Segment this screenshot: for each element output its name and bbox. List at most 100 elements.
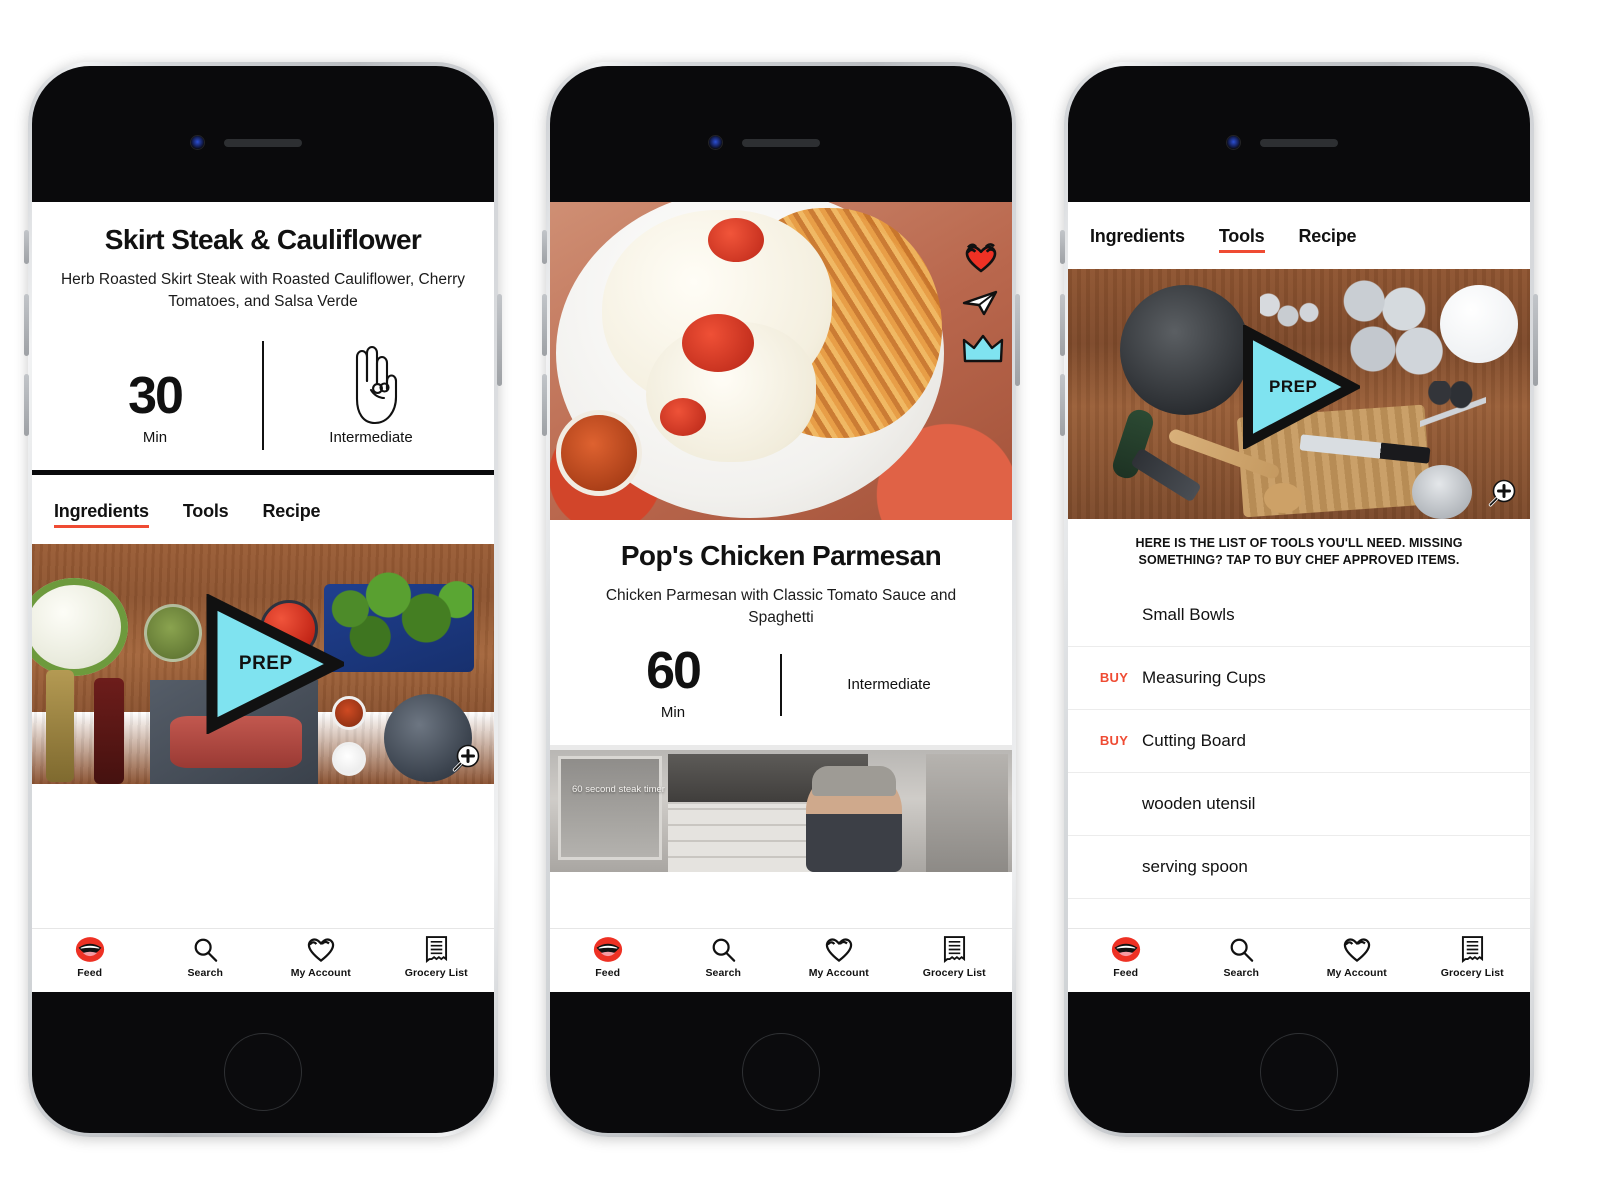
buy-button[interactable]: BUY [1086,733,1142,748]
video-caption: 60 second steak timer [572,784,665,796]
mouth-icon [1111,936,1141,963]
tools-intro-text: HERE IS THE LIST OF TOOLS YOU'LL NEED. M… [1135,536,1463,568]
heart-icon [1343,936,1371,963]
tool-name: Measuring Cups [1142,667,1266,687]
tab-ingredients[interactable]: Ingredients [54,501,149,528]
tool-row[interactable]: serving spoon [1068,836,1530,899]
tools-list: Small Bowls BUY Measuring Cups BUY Cutti… [1068,574,1530,899]
nav-item-grocery-list[interactable]: Grocery List [379,936,495,979]
wooden-spoon-bowl [1264,483,1302,513]
white-plate [1440,285,1518,363]
nav-item-grocery-list[interactable]: Grocery List [897,936,1013,979]
recipe-time-value: 60 [646,641,702,700]
heart-sticker[interactable] [964,242,998,279]
phone-2-body: Pop's Chicken Parmesan Chicken Parmesan … [550,66,1012,1133]
nav-label-search: Search [1223,967,1260,979]
shelving-unit [926,754,1008,873]
crown-sticker[interactable] [962,334,1004,369]
nav-item-feed[interactable]: Feed [32,936,148,979]
nav-label-search: Search [187,967,224,979]
power-button[interactable] [497,294,502,386]
magnifier-plus-icon[interactable] [450,744,480,774]
heart-icon [825,936,853,963]
ingredients-photo[interactable]: PREP [32,543,494,784]
recipe-time-value: 30 [128,366,184,425]
volume-up-button[interactable] [24,294,29,356]
nav-item-search[interactable]: Search [1184,936,1300,979]
earpiece-speaker [742,139,820,147]
mute-switch[interactable] [1060,230,1065,264]
tool-row[interactable]: wooden utensil [1068,773,1530,836]
phone-device-3: Ingredients Tools Recipe PREP HERE IS TH… [1060,62,1538,1137]
recipe-difficulty-label: Intermediate [329,428,413,446]
tools-photo[interactable]: PREP [1068,269,1530,519]
mute-switch[interactable] [542,230,547,264]
kitchen-cabinet [558,756,662,861]
volume-down-button[interactable] [1060,374,1065,436]
recipe-header-card: Pop's Chicken Parmesan Chicken Parmesan … [550,520,1012,746]
home-button[interactable] [1260,1033,1338,1111]
bottom-nav-3: Feed Search My Account Grocery List [1068,928,1530,992]
tomato-sauce-dollop-1 [708,218,764,262]
power-button[interactable] [1015,294,1020,386]
front-camera-icon [709,136,722,149]
search-icon [710,936,736,963]
home-button[interactable] [742,1033,820,1111]
share-paper-plane-sticker[interactable] [962,290,998,321]
mute-switch[interactable] [24,230,29,264]
nav-item-my-account[interactable]: My Account [1299,936,1415,979]
nav-item-search[interactable]: Search [666,936,782,979]
volume-up-button[interactable] [1060,294,1065,356]
recipe-subtitle: Chicken Parmesan with Classic Tomato Sau… [605,586,957,626]
recipe-subtitle: Herb Roasted Skirt Steak with Roasted Ca… [60,270,466,310]
small-bowls-stack [1412,465,1472,519]
volume-down-button[interactable] [542,374,547,436]
tab-tools[interactable]: Tools [1218,226,1265,253]
heart-icon [307,936,335,963]
mouth-icon [75,936,105,963]
nav-label-feed: Feed [1113,967,1139,979]
front-camera-icon [191,136,204,149]
power-button[interactable] [1533,294,1538,386]
volume-up-button[interactable] [542,294,547,356]
front-camera-icon [1227,136,1240,149]
home-button[interactable] [224,1033,302,1111]
nav-label-search: Search [705,967,742,979]
magnifier-plus-icon[interactable] [1486,479,1516,509]
nav-item-search[interactable]: Search [148,936,264,979]
nav-item-feed[interactable]: Feed [550,936,666,979]
recipe-video[interactable]: 60 second steak timer [550,750,1012,873]
phone-device-1: Skirt Steak & Cauliflower Herb Roasted S… [24,62,502,1137]
recipe-time: 30 Min [58,339,252,452]
tool-row[interactable]: BUY Cutting Board [1068,710,1530,773]
buy-button[interactable]: BUY [1086,670,1142,685]
nav-item-grocery-list[interactable]: Grocery List [1415,936,1531,979]
recipe-header-card: Skirt Steak & Cauliflower Herb Roasted S… [32,202,494,470]
recipe-meta-row: 30 Min Intermediate [58,339,468,452]
bottom-nav-1: Feed Search My Account Grocery List [32,928,494,992]
vinegar-bottle [94,677,124,784]
nav-item-my-account[interactable]: My Account [263,936,379,979]
tool-row[interactable]: Small Bowls [1068,584,1530,647]
capers-bowl [144,603,202,662]
nav-label-my-account: My Account [290,967,351,979]
tab-recipe[interactable]: Recipe [263,501,321,528]
phone-device-2: Pop's Chicken Parmesan Chicken Parmesan … [542,62,1020,1137]
screenshot-stage: Skirt Steak & Cauliflower Herb Roasted S… [0,0,1600,1200]
nav-item-my-account[interactable]: My Account [781,936,897,979]
tab-ingredients[interactable]: Ingredients [1090,226,1185,253]
nav-item-feed[interactable]: Feed [1068,936,1184,979]
phone-1-body: Skirt Steak & Cauliflower Herb Roasted S… [32,66,494,1133]
tab-recipe[interactable]: Recipe [1299,226,1357,253]
tool-row[interactable]: BUY Measuring Cups [1068,647,1530,710]
phone-3-screen: Ingredients Tools Recipe PREP HERE IS TH… [1068,202,1530,992]
phone-2-screen: Pop's Chicken Parmesan Chicken Parmesan … [550,202,1012,992]
meta-divider [262,340,264,450]
tool-name: wooden utensil [1142,793,1256,813]
volume-down-button[interactable] [24,374,29,436]
nav-label-feed: Feed [595,967,621,979]
chicken-parmesan-photo[interactable] [550,202,1012,520]
search-icon [192,936,218,963]
prep-label: PREP [238,652,293,674]
tab-tools[interactable]: Tools [183,501,229,528]
